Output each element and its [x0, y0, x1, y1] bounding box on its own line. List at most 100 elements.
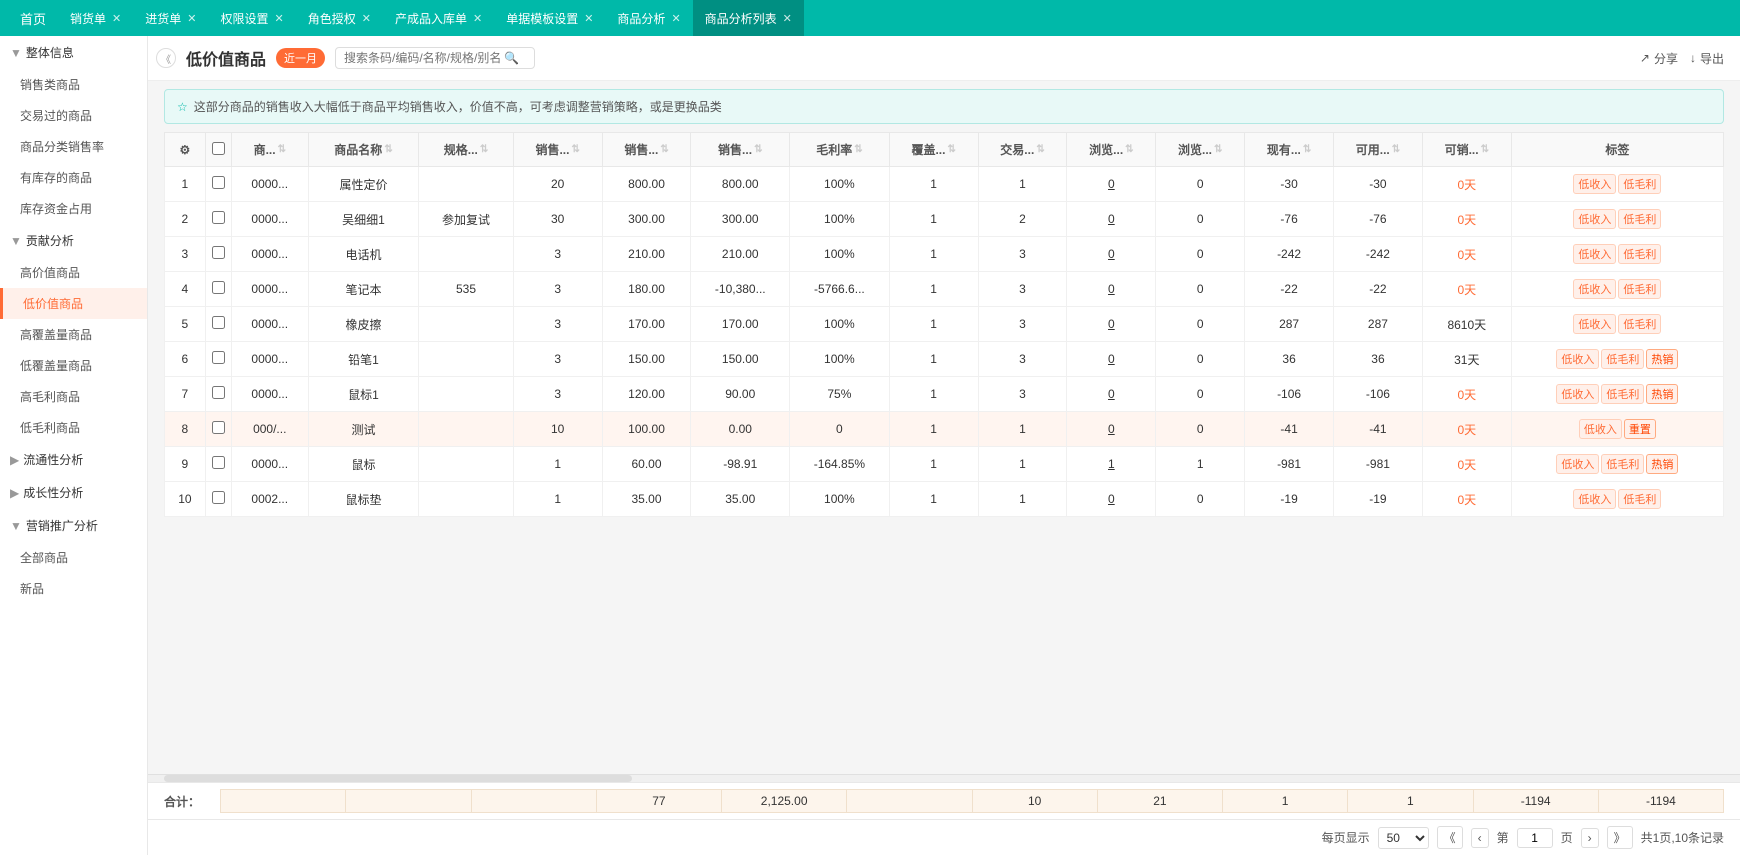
col-checkbox[interactable] — [205, 133, 231, 167]
views-link[interactable]: 0 — [1108, 247, 1115, 261]
sidebar-item-low-value[interactable]: 低价值商品 — [0, 288, 147, 319]
nav-template-settings[interactable]: 单据模板设置 ✕ — [494, 0, 605, 36]
row-checkbox-cell[interactable] — [205, 377, 231, 412]
row-checkbox-cell[interactable] — [205, 272, 231, 307]
row-checkbox[interactable] — [212, 351, 225, 364]
views-link[interactable]: 0 — [1108, 422, 1115, 436]
row-views1[interactable]: 0 — [1067, 272, 1156, 307]
page-number-input[interactable] — [1517, 828, 1553, 848]
sidebar-item-high-value[interactable]: 高价值商品 — [0, 257, 147, 288]
views-link[interactable]: 0 — [1108, 177, 1115, 191]
row-checkbox[interactable] — [212, 386, 225, 399]
close-finished-goods-icon[interactable]: ✕ — [473, 12, 482, 25]
row-views1[interactable]: 0 — [1067, 307, 1156, 342]
row-views1[interactable]: 0 — [1067, 482, 1156, 517]
sidebar-item-new-products[interactable]: 新品 — [0, 573, 147, 604]
nav-analysis-list[interactable]: 商品分析列表 ✕ — [693, 0, 804, 36]
nav-purchase-order[interactable]: 进货单 ✕ — [133, 0, 208, 36]
sidebar-item-inventory-capital[interactable]: 库存资金占用 — [0, 193, 147, 224]
sidebar-item-high-coverage[interactable]: 高覆盖量商品 — [0, 319, 147, 350]
time-filter-tag[interactable]: 近一月 — [276, 48, 325, 68]
row-views1[interactable]: 0 — [1067, 167, 1156, 202]
scrollbar-thumb[interactable] — [164, 775, 632, 782]
row-views1[interactable]: 0 — [1067, 342, 1156, 377]
sidebar-item-category-sales-rate[interactable]: 商品分类销售率 — [0, 131, 147, 162]
close-purchase-order-icon[interactable]: ✕ — [187, 12, 196, 25]
views-link[interactable]: 0 — [1108, 282, 1115, 296]
row-checkbox-cell[interactable] — [205, 237, 231, 272]
col-sales-qty[interactable]: 销售... ⇅ — [513, 133, 602, 167]
sidebar-group-growth[interactable]: ▶ 成长性分析 — [0, 476, 147, 509]
horizontal-scrollbar[interactable] — [148, 774, 1740, 782]
nav-permissions[interactable]: 权限设置 ✕ — [208, 0, 295, 36]
sidebar-group-marketing[interactable]: ▼ 营销推广分析 — [0, 509, 147, 542]
row-checkbox[interactable] — [212, 281, 225, 294]
row-checkbox-cell[interactable] — [205, 447, 231, 482]
share-button[interactable]: ↗ 分享 — [1640, 50, 1678, 67]
search-icon[interactable]: 🔍 — [504, 51, 519, 65]
first-page-button[interactable]: 《 — [1437, 826, 1463, 849]
col-views1[interactable]: 浏览... ⇅ — [1067, 133, 1156, 167]
export-button[interactable]: ↓ 导出 — [1690, 50, 1724, 67]
col-available[interactable]: 可用... ⇅ — [1334, 133, 1423, 167]
sidebar-item-high-margin[interactable]: 高毛利商品 — [0, 381, 147, 412]
views-link[interactable]: 0 — [1108, 492, 1115, 506]
prev-page-button[interactable]: ‹ — [1471, 828, 1489, 848]
row-checkbox[interactable] — [212, 456, 225, 469]
row-checkbox-cell[interactable] — [205, 342, 231, 377]
row-views1[interactable]: 0 — [1067, 237, 1156, 272]
sidebar-collapse-button[interactable]: 《 — [156, 48, 176, 68]
sidebar-item-low-margin[interactable]: 低毛利商品 — [0, 412, 147, 443]
settings-icon[interactable]: ⚙ — [180, 143, 191, 157]
col-name[interactable]: 商品名称 ⇅ — [308, 133, 419, 167]
col-spec[interactable]: 规格... ⇅ — [419, 133, 513, 167]
col-sales-profit[interactable]: 销售... ⇅ — [691, 133, 790, 167]
close-analysis-list-icon[interactable]: ✕ — [783, 12, 792, 25]
col-views2[interactable]: 浏览... ⇅ — [1156, 133, 1245, 167]
row-checkbox-cell[interactable] — [205, 167, 231, 202]
close-sales-order-icon[interactable]: ✕ — [112, 12, 121, 25]
col-settings[interactable]: ⚙ — [165, 133, 206, 167]
close-permissions-icon[interactable]: ✕ — [275, 12, 284, 25]
nav-finished-goods[interactable]: 产成品入库单 ✕ — [383, 0, 494, 36]
views-link[interactable]: 0 — [1108, 387, 1115, 401]
views-link[interactable]: 1 — [1108, 457, 1115, 471]
row-checkbox-cell[interactable] — [205, 202, 231, 237]
views-link[interactable]: 0 — [1108, 212, 1115, 226]
last-page-button[interactable]: 》 — [1607, 826, 1633, 849]
row-checkbox[interactable] — [212, 316, 225, 329]
row-views1[interactable]: 0 — [1067, 412, 1156, 447]
row-checkbox[interactable] — [212, 491, 225, 504]
row-checkbox-cell[interactable] — [205, 412, 231, 447]
sidebar-item-traded-products[interactable]: 交易过的商品 — [0, 100, 147, 131]
col-sales-amount[interactable]: 销售... ⇅ — [602, 133, 691, 167]
nav-product-analysis[interactable]: 商品分析 ✕ — [605, 0, 692, 36]
row-checkbox-cell[interactable] — [205, 482, 231, 517]
col-sellable[interactable]: 可销... ⇅ — [1422, 133, 1511, 167]
col-current-stock[interactable]: 现有... ⇅ — [1245, 133, 1334, 167]
views-link[interactable]: 0 — [1108, 352, 1115, 366]
sidebar-group-overall[interactable]: ▼ 整体信息 — [0, 36, 147, 69]
row-views1[interactable]: 1 — [1067, 447, 1156, 482]
close-role-auth-icon[interactable]: ✕ — [362, 12, 371, 25]
select-all-checkbox[interactable] — [212, 142, 225, 155]
nav-role-auth[interactable]: 角色授权 ✕ — [296, 0, 383, 36]
sidebar-item-stocked-products[interactable]: 有库存的商品 — [0, 162, 147, 193]
row-checkbox[interactable] — [212, 246, 225, 259]
close-product-analysis-icon[interactable]: ✕ — [671, 12, 680, 25]
row-checkbox[interactable] — [212, 421, 225, 434]
sidebar-group-circulation[interactable]: ▶ 流通性分析 — [0, 443, 147, 476]
search-input[interactable] — [344, 51, 504, 65]
col-transactions[interactable]: 交易... ⇅ — [978, 133, 1067, 167]
sidebar-item-low-coverage[interactable]: 低覆盖量商品 — [0, 350, 147, 381]
col-code[interactable]: 商... ⇅ — [231, 133, 308, 167]
views-link[interactable]: 0 — [1108, 317, 1115, 331]
row-views1[interactable]: 0 — [1067, 202, 1156, 237]
sidebar-item-sales-products[interactable]: 销售类商品 — [0, 69, 147, 100]
col-gross-margin[interactable]: 毛利率 ⇅ — [790, 133, 890, 167]
row-checkbox-cell[interactable] — [205, 307, 231, 342]
close-template-settings-icon[interactable]: ✕ — [584, 12, 593, 25]
sidebar-group-contribution[interactable]: ▼ 贡献分析 — [0, 224, 147, 257]
per-page-select[interactable]: 50 20 100 — [1378, 827, 1429, 849]
row-views1[interactable]: 0 — [1067, 377, 1156, 412]
